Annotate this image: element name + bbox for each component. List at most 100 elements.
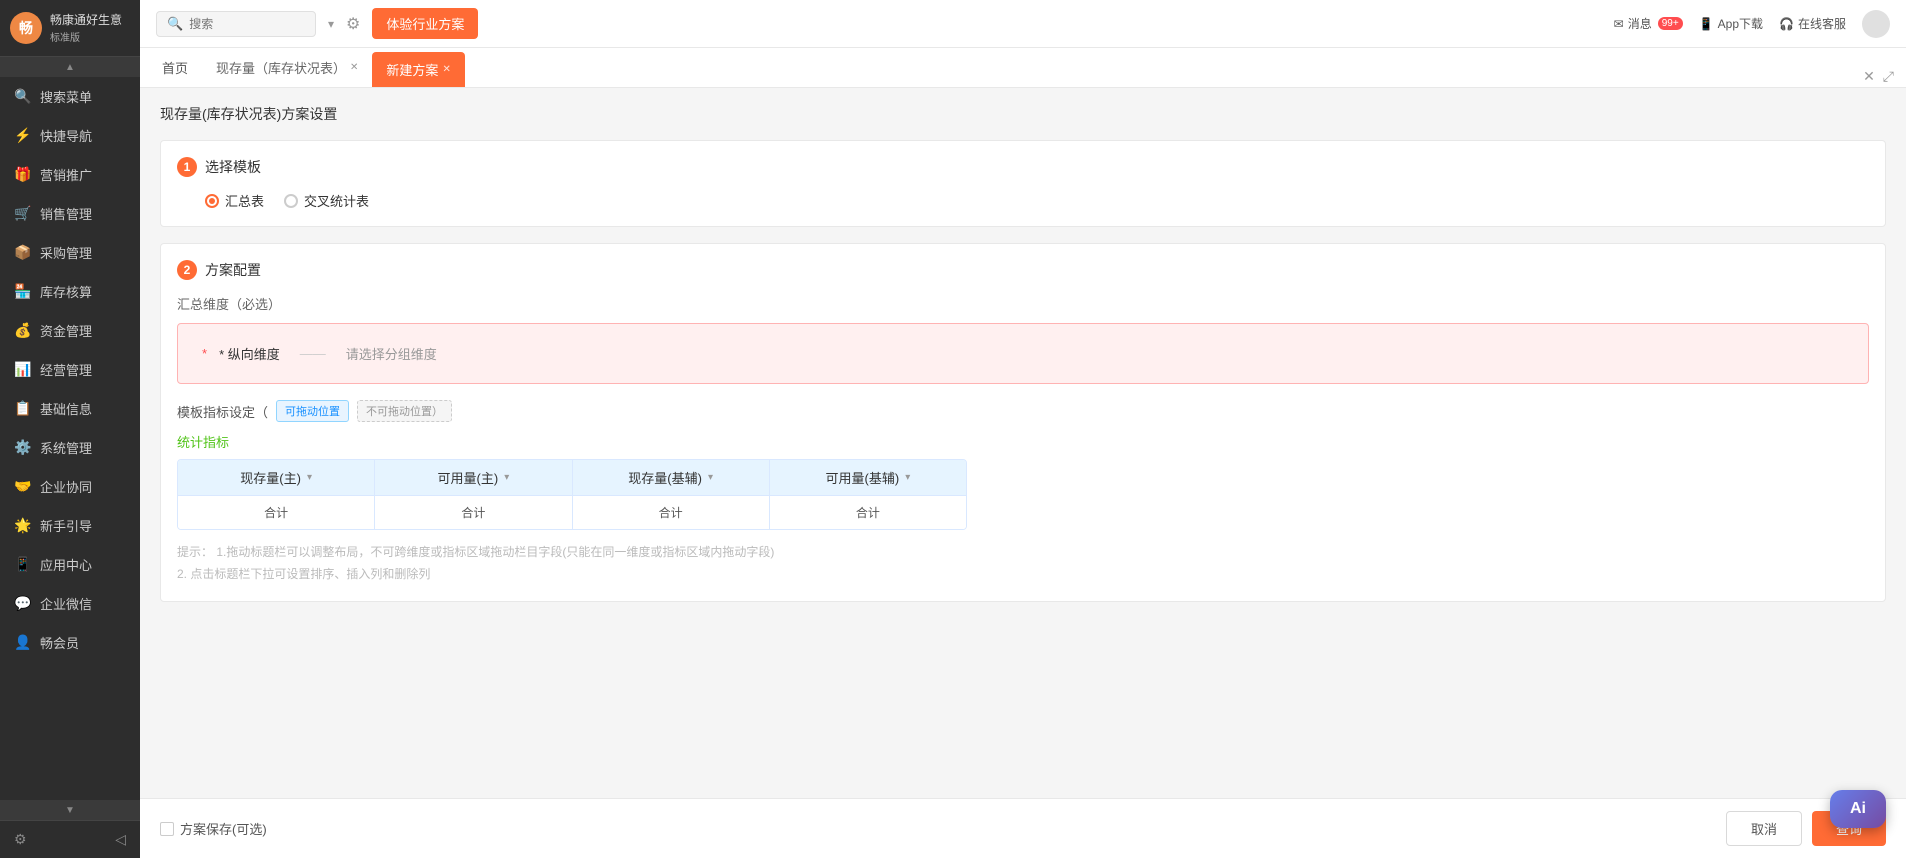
main-area: 🔍 ▾ ⚙ 体验行业方案 ✉ 消息 99+ 📱 App下载 🎧 在线客服 [140, 0, 1906, 858]
sidebar-item-new-guide[interactable]: 🌟 新手引导 [0, 506, 140, 545]
sidebar-search-menu-label: 搜索菜单 [40, 87, 92, 106]
sidebar-corp-wechat-label: 企业微信 [40, 594, 92, 613]
section-template: 1 选择模板 汇总表 交叉统计表 [160, 140, 1886, 227]
sidebar-finance-icon: 💰 [14, 322, 32, 340]
sidebar-item-quick-nav[interactable]: ⚡ 快捷导航 [0, 116, 140, 155]
col3-header[interactable]: 现存量(基辅) ▾ [573, 460, 770, 495]
trial-btn[interactable]: 体验行业方案 [372, 8, 478, 39]
col4-chevron[interactable]: ▾ [905, 472, 910, 483]
save-option[interactable]: 方案保存(可选) [160, 819, 267, 838]
search-input[interactable] [189, 17, 305, 31]
sidebar-purchase-mgmt-icon: 📦 [14, 244, 32, 262]
messages-item[interactable]: ✉ 消息 99+ [1614, 15, 1683, 32]
search-dropdown-icon[interactable]: ▾ [328, 17, 334, 31]
window-close-icon[interactable]: ✕ [1859, 66, 1879, 87]
cancel-button[interactable]: 取消 [1726, 811, 1802, 846]
tab-home-label: 首页 [162, 58, 188, 77]
sidebar-item-corp-wechat[interactable]: 💬 企业微信 [0, 584, 140, 623]
col2-label: 可用量(主) [438, 468, 499, 487]
sidebar-app-center-label: 应用中心 [40, 555, 92, 574]
sidebar-item-search-menu[interactable]: 🔍 搜索菜单 [0, 77, 140, 116]
sidebar-new-guide-label: 新手引导 [40, 516, 92, 535]
messages-label: 消息 [1628, 15, 1652, 32]
settings-icon[interactable]: ⚙ [14, 831, 27, 848]
sidebar-quick-nav-icon: ⚡ [14, 127, 32, 145]
messages-badge: 99+ [1658, 17, 1683, 30]
app-sub: 标准版 [50, 29, 122, 44]
topbar-right: ✉ 消息 99+ 📱 App下载 🎧 在线客服 [1614, 10, 1890, 38]
col1-chevron[interactable]: ▾ [307, 472, 312, 483]
sidebar-item-sales-mgmt[interactable]: 🛒 销售管理 [0, 194, 140, 233]
sidebar-items: 🔍 搜索菜单 ⚡ 快捷导航 🎁 营销推广 🛒 销售管理 📦 采购管理 🏪 库存核… [0, 77, 140, 800]
sidebar-item-app-center[interactable]: 📱 应用中心 [0, 545, 140, 584]
col2-chevron[interactable]: ▾ [504, 472, 509, 483]
dim-placeholder: 请选择分组维度 [346, 344, 437, 363]
section1-header: 1 选择模板 [177, 157, 1869, 177]
radio-summary[interactable]: 汇总表 [205, 191, 264, 210]
online-service-item[interactable]: 🎧 在线客服 [1779, 15, 1846, 32]
tip2: 2. 点击标题栏下拉可设置排序、插入列和删除列 [177, 564, 1869, 586]
sidebar-inventory-label: 库存核算 [40, 282, 92, 301]
col1-cell: 合计 [178, 496, 375, 529]
tab-new-scheme-close[interactable]: ✕ [442, 64, 450, 75]
phone-icon: 📱 [1699, 17, 1714, 31]
app-download-item[interactable]: 📱 App下载 [1699, 15, 1763, 32]
sidebar-scroll-down[interactable]: ▼ [0, 800, 140, 820]
col3-cell: 合计 [573, 496, 770, 529]
page-title: 现存量(库存状况表)方案设置 [160, 104, 1886, 124]
sidebar-basic-info-label: 基础信息 [40, 399, 92, 418]
headset-icon: 🎧 [1779, 17, 1794, 31]
app-download-label: App下载 [1718, 15, 1763, 32]
sidebar-sales-mgmt-label: 销售管理 [40, 204, 92, 223]
col4-header[interactable]: 可用量(基辅) ▾ [770, 460, 966, 495]
tab-inventory-status[interactable]: 现存量（库存状况表） ✕ [202, 50, 372, 87]
radio-cross-stats[interactable]: 交叉统计表 [284, 191, 369, 210]
sidebar-item-basic-info[interactable]: 📋 基础信息 [0, 389, 140, 428]
audio-icon[interactable]: ◁ [115, 831, 126, 848]
sidebar-item-member[interactable]: 👤 畅会员 [0, 623, 140, 662]
required-star: * [202, 346, 207, 361]
search-box[interactable]: 🔍 [156, 11, 316, 37]
sidebar-item-corp-agree[interactable]: 🤝 企业协同 [0, 467, 140, 506]
sidebar-item-sys-mgmt[interactable]: ⚙️ 系统管理 [0, 428, 140, 467]
sidebar-marketing-label: 营销推广 [40, 165, 92, 184]
sidebar-item-purchase-mgmt[interactable]: 📦 采购管理 [0, 233, 140, 272]
ai-button[interactable]: Ai [1830, 790, 1886, 798]
sidebar-item-biz-mgmt[interactable]: 📊 经营管理 [0, 350, 140, 389]
settings-gear-icon[interactable]: ⚙ [346, 14, 360, 34]
col4-label: 可用量(基辅) [826, 468, 900, 487]
summary-dim-label: 汇总维度（必选） [177, 294, 1869, 313]
radio-summary-label: 汇总表 [225, 191, 264, 210]
sidebar-item-marketing[interactable]: 🎁 营销推广 [0, 155, 140, 194]
sidebar-item-finance[interactable]: 💰 资金管理 [0, 311, 140, 350]
col2-header[interactable]: 可用量(主) ▾ [375, 460, 572, 495]
sidebar-sys-mgmt-icon: ⚙️ [14, 439, 32, 457]
sidebar-new-guide-icon: 🌟 [14, 517, 32, 535]
save-checkbox[interactable] [160, 822, 174, 836]
stats-table-row1: 合计 合计 合计 合计 [178, 495, 966, 529]
stats-table-header: 现存量(主) ▾ 可用量(主) ▾ 现存量(基辅) ▾ 可用量(基辅) [178, 460, 966, 495]
col1-label: 现存量(主) [240, 468, 301, 487]
section1-number: 1 [177, 157, 197, 177]
sidebar-sys-mgmt-label: 系统管理 [40, 438, 92, 457]
content-area: 现存量(库存状况表)方案设置 1 选择模板 汇总表 交叉统计表 2 [140, 88, 1906, 798]
draggable-badge: 可拖动位置 [276, 400, 349, 422]
indicator-setting: 模板指标设定（ 可拖动位置 不可拖动位置） 统计指标 现存量(主) ▾ 可用量(… [177, 400, 1869, 530]
indicator-label: 模板指标设定（ 可拖动位置 不可拖动位置） [177, 400, 1869, 422]
sidebar-search-menu-icon: 🔍 [14, 88, 32, 106]
sidebar-scroll-up[interactable]: ▲ [0, 57, 140, 77]
section-plan: 2 方案配置 汇总维度（必选） * * 纵向维度 —— 请选择分组维度 模板指标… [160, 243, 1886, 602]
vertical-dim-box[interactable]: * * 纵向维度 —— 请选择分组维度 [177, 323, 1869, 384]
radio-summary-circle [205, 194, 219, 208]
sidebar-item-inventory[interactable]: 🏪 库存核算 [0, 272, 140, 311]
tab-inventory-close[interactable]: ✕ [350, 62, 358, 73]
tab-new-scheme[interactable]: 新建方案 ✕ [372, 52, 464, 87]
col1-header[interactable]: 现存量(主) ▾ [178, 460, 375, 495]
save-label: 方案保存(可选) [180, 819, 267, 838]
tab-home[interactable]: 首页 [148, 50, 202, 87]
message-icon: ✉ [1614, 17, 1624, 31]
user-avatar[interactable] [1862, 10, 1890, 38]
window-expand-icon[interactable]: ⤢ [1879, 66, 1898, 87]
col3-chevron[interactable]: ▾ [708, 472, 713, 483]
section2-number: 2 [177, 260, 197, 280]
